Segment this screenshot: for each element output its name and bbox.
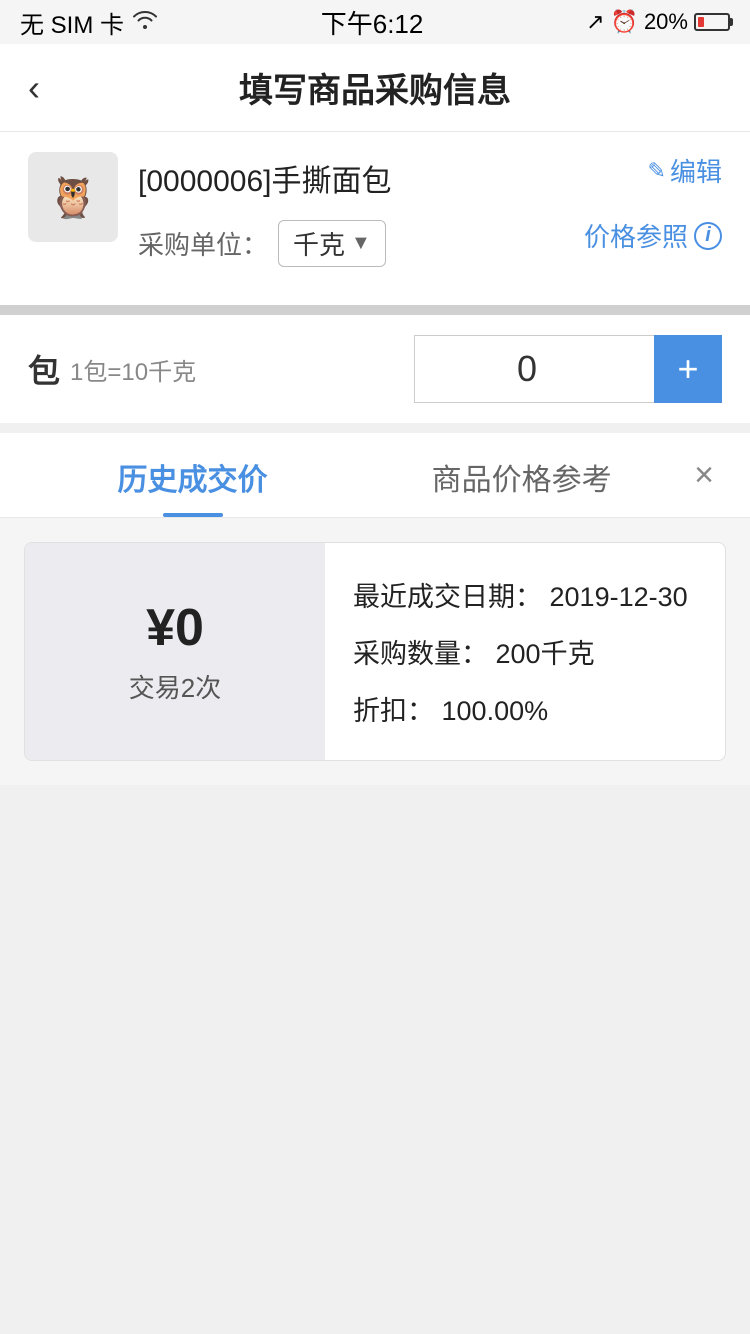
tab-product-price-ref[interactable]: 商品价格参考: [357, 433, 686, 517]
history-card: ¥0 交易2次 最近成交日期： 2019-12-30 采购数量： 200千克 折…: [24, 542, 726, 761]
unit-conversion: 1包=10千克: [70, 352, 196, 387]
nav-bar: ‹ 填写商品采购信息: [0, 44, 750, 132]
product-name: [0000006]手撕面包: [138, 156, 584, 200]
nav-title: 填写商品采购信息: [239, 63, 511, 112]
history-discount-label: 折扣：: [353, 696, 434, 726]
product-card: 🦉 [0000006]手撕面包 采购单位： 千克 ▼ ✎ 编辑 价格参照: [0, 132, 750, 305]
quantity-unit-info: 包 1包=10千克: [28, 346, 414, 392]
history-price-section: ¥0 交易2次: [25, 543, 325, 760]
product-thumbnail: 🦉: [28, 152, 118, 242]
history-content: ¥0 交易2次 最近成交日期： 2019-12-30 采购数量： 200千克 折…: [0, 518, 750, 785]
price-ref-label: 价格参照: [584, 217, 688, 254]
history-recent-date-value: 2019-12-30: [550, 582, 688, 612]
quantity-row: 包 1包=10千克 +: [0, 315, 750, 423]
product-name-area: [0000006]手撕面包 采购单位： 千克 ▼: [138, 152, 584, 267]
tab-history-price[interactable]: 历史成交价: [28, 433, 357, 517]
location-icon: ↗: [586, 9, 604, 35]
wifi-icon: [132, 8, 158, 36]
price-ref-button[interactable]: 价格参照 i: [584, 217, 722, 254]
status-right: ↗ ⏰ 20%: [586, 9, 730, 35]
edit-label: 编辑: [670, 152, 722, 189]
battery-percent: 20%: [644, 9, 688, 35]
history-discount-row: 折扣： 100.00%: [353, 689, 697, 728]
history-discount-value: 100.00%: [442, 696, 549, 726]
product-info: 🦉 [0000006]手撕面包 采购单位： 千克 ▼: [28, 152, 584, 267]
product-header: 🦉 [0000006]手撕面包 采购单位： 千克 ▼ ✎ 编辑 价格参照: [28, 152, 722, 267]
history-purchase-qty-value: 200千克: [496, 639, 595, 669]
tab-bar: 历史成交价 商品价格参考 ×: [0, 433, 750, 518]
status-left: 无 SIM 卡: [20, 5, 158, 40]
gray-divider: [0, 305, 750, 315]
history-purchase-qty-row: 采购数量： 200千克: [353, 632, 697, 671]
history-purchase-qty-label: 采购数量：: [353, 639, 488, 669]
purchase-unit-row: 采购单位： 千克 ▼: [138, 220, 584, 267]
history-recent-date-label: 最近成交日期：: [353, 582, 542, 612]
product-right-col: ✎ 编辑 价格参照 i: [584, 152, 722, 254]
carrier-label: 无 SIM 卡: [20, 5, 124, 40]
unit-dropdown-arrow: ▼: [351, 232, 371, 255]
unit-big-label: 包: [28, 346, 60, 392]
purchase-unit-label: 采购单位：: [138, 225, 268, 262]
tab-close-button[interactable]: ×: [686, 440, 722, 511]
history-recent-date-row: 最近成交日期： 2019-12-30: [353, 575, 697, 614]
status-time: 下午6:12: [321, 4, 424, 41]
unit-select[interactable]: 千克 ▼: [278, 220, 386, 267]
battery-icon: [694, 13, 730, 31]
history-price: ¥0: [146, 598, 204, 658]
edit-button[interactable]: ✎ 编辑: [648, 152, 722, 189]
tab-history-price-label: 历史成交价: [118, 464, 268, 497]
tab-product-price-ref-label: 商品价格参考: [432, 464, 612, 497]
quantity-plus-button[interactable]: +: [654, 335, 722, 403]
history-trades: 交易2次: [129, 668, 221, 705]
edit-icon: ✎: [648, 158, 666, 184]
quantity-input[interactable]: [414, 335, 654, 403]
price-ref-info-icon: i: [694, 222, 722, 250]
product-logo-icon: 🦉: [48, 174, 98, 221]
status-bar: 无 SIM 卡 下午6:12 ↗ ⏰ 20%: [0, 0, 750, 44]
alarm-icon: ⏰: [611, 9, 638, 35]
back-button[interactable]: ‹: [28, 67, 40, 109]
quantity-input-area: +: [414, 335, 722, 403]
unit-value: 千克: [293, 225, 345, 262]
history-detail-section: 最近成交日期： 2019-12-30 采购数量： 200千克 折扣： 100.0…: [325, 543, 725, 760]
